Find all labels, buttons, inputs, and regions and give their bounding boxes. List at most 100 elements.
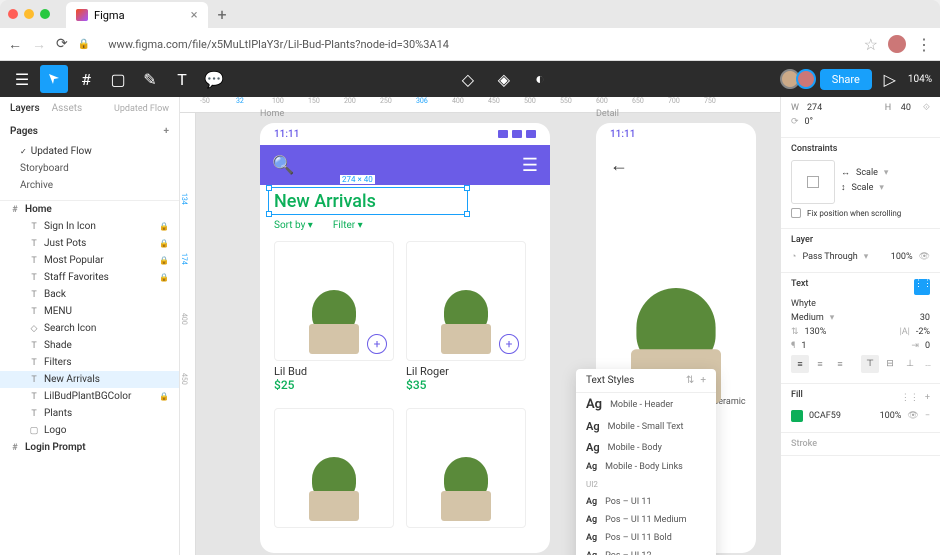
artboard-home[interactable]: 11:11 🔍 ☰ New Arrivals xyxy=(260,123,550,553)
layer-item[interactable]: TShade xyxy=(0,337,179,354)
fill-hex[interactable]: 0CAF59 xyxy=(809,411,841,421)
layer-item[interactable]: TNew Arrivals xyxy=(0,371,179,388)
bookmark-icon[interactable]: ☆ xyxy=(864,35,878,54)
text-tool[interactable]: T xyxy=(168,65,196,93)
frame-label-detail[interactable]: Detail xyxy=(596,109,619,119)
window-maximize[interactable] xyxy=(40,9,50,19)
page-updated-flow[interactable]: Updated Flow xyxy=(0,143,179,160)
layer-opacity[interactable]: 100% xyxy=(891,252,913,262)
align-center-button[interactable]: ≡ xyxy=(811,355,829,373)
page-title-label[interactable]: Updated Flow xyxy=(114,104,169,114)
reload-button[interactable]: ⟳ xyxy=(56,36,68,52)
frame-tool[interactable]: # xyxy=(72,65,100,93)
share-button[interactable]: Share xyxy=(820,69,872,90)
rectangle-tool[interactable]: ▢ xyxy=(104,65,132,93)
layer-item[interactable]: TLilBudPlantBGColor🔒 xyxy=(0,388,179,405)
text-style-item[interactable]: AgPos – UI 11 Medium xyxy=(576,511,716,529)
zoom-level[interactable]: 104% xyxy=(908,74,932,85)
add-fill-button[interactable]: + xyxy=(925,393,930,403)
lock-icon[interactable]: 🔒 xyxy=(159,222,169,231)
remove-fill-button[interactable]: − xyxy=(925,411,930,421)
fill-opacity[interactable]: 100% xyxy=(880,411,902,421)
align-top-button[interactable]: ⊤ xyxy=(861,355,879,373)
frame-label-home[interactable]: Home xyxy=(260,109,284,119)
align-right-button[interactable]: ≡ xyxy=(831,355,849,373)
text-style-item[interactable]: AgMobile - Small Text xyxy=(576,416,716,437)
window-close[interactable] xyxy=(8,9,18,19)
paragraph-spacing[interactable]: 1 xyxy=(801,341,806,351)
profile-avatar[interactable] xyxy=(888,35,906,53)
rotation-value[interactable]: 0° xyxy=(805,117,813,127)
window-minimize[interactable] xyxy=(24,9,34,19)
style-name: Pos – UI 12 xyxy=(605,551,651,555)
paragraph-indent[interactable]: 0 xyxy=(925,341,930,351)
fill-visibility-icon[interactable]: 👁 xyxy=(907,411,918,421)
add-page-button[interactable]: + xyxy=(164,126,170,137)
page-storyboard[interactable]: Storyboard xyxy=(0,160,179,177)
font-family[interactable]: Whyte xyxy=(791,299,816,309)
layer-item[interactable]: TPlants xyxy=(0,405,179,422)
layers-tab[interactable]: Layers xyxy=(10,103,40,114)
layer-item[interactable]: #Login Prompt xyxy=(0,439,179,456)
move-tool[interactable] xyxy=(40,65,68,93)
present-button[interactable]: ▷ xyxy=(876,65,904,93)
browser-tab[interactable]: Figma × xyxy=(66,2,208,28)
align-left-button[interactable]: ≡ xyxy=(791,355,809,373)
assets-tab[interactable]: Assets xyxy=(52,103,83,114)
layer-item[interactable]: TJust Pots🔒 xyxy=(0,235,179,252)
height-value[interactable]: 40 xyxy=(901,103,911,113)
layer-item[interactable]: TFilters xyxy=(0,354,179,371)
layer-item[interactable]: ▢Logo xyxy=(0,422,179,439)
width-value[interactable]: 274 xyxy=(807,103,822,113)
text-style-item[interactable]: AgPos – UI 11 Bold xyxy=(576,529,716,547)
lock-icon[interactable]: 🔒 xyxy=(159,392,169,401)
back-button[interactable]: ← xyxy=(8,36,22,53)
boolean-tool[interactable]: ◐ xyxy=(526,65,554,93)
lock-icon[interactable]: 🔒 xyxy=(159,256,169,265)
user-avatar[interactable] xyxy=(796,69,816,89)
text-more-button[interactable]: … xyxy=(925,359,931,369)
font-size[interactable]: 30 xyxy=(920,313,930,323)
blend-mode[interactable]: Pass Through xyxy=(802,252,857,262)
visibility-icon[interactable]: 👁 xyxy=(919,252,930,262)
constraints-widget[interactable] xyxy=(791,160,835,204)
mask-tool[interactable]: ◈ xyxy=(490,65,518,93)
fill-styles-icon[interactable]: ⋮⋮ xyxy=(901,393,919,403)
layer-item[interactable]: TStaff Favorites🔒 xyxy=(0,269,179,286)
url-field[interactable]: www.figma.com/file/x5MuLtIPlaY3r/Lil-Bud… xyxy=(100,34,853,55)
pen-tool[interactable]: ✎ xyxy=(136,65,164,93)
text-styles-button[interactable]: ⋮⋮ xyxy=(914,279,930,295)
fill-color-swatch[interactable] xyxy=(791,410,803,422)
forward-button[interactable]: → xyxy=(32,36,46,53)
layer-item[interactable]: #Home xyxy=(0,201,179,218)
link-dims-icon[interactable]: ⟐ xyxy=(923,103,930,113)
new-tab-button[interactable]: + xyxy=(218,5,227,24)
layer-item[interactable]: TBack xyxy=(0,286,179,303)
v-constraint[interactable]: Scale xyxy=(852,183,874,193)
layer-item[interactable]: ◇Search Icon xyxy=(0,320,179,337)
tab-close-icon[interactable]: × xyxy=(191,8,198,23)
add-style-button[interactable]: + xyxy=(700,375,706,386)
text-style-item[interactable]: AgMobile - Body Links xyxy=(576,458,716,476)
text-style-item[interactable]: AgPos – UI 11 xyxy=(576,493,716,511)
layer-item[interactable]: TMENU xyxy=(0,303,179,320)
component-tool[interactable]: ◇ xyxy=(454,65,482,93)
layer-item[interactable]: TSign In Icon🔒 xyxy=(0,218,179,235)
layer-item[interactable]: TMost Popular🔒 xyxy=(0,252,179,269)
align-bottom-button[interactable]: ⊥ xyxy=(901,355,919,373)
font-weight[interactable]: Medium xyxy=(791,313,824,323)
line-height[interactable]: 130% xyxy=(805,327,827,337)
comment-tool[interactable]: 💬 xyxy=(200,65,228,93)
text-style-item[interactable]: AgMobile - Header xyxy=(576,393,716,416)
align-middle-button[interactable]: ⊟ xyxy=(881,355,899,373)
sort-icon[interactable]: ⇅ xyxy=(686,375,694,386)
browser-menu-icon[interactable]: ⋮ xyxy=(916,35,932,54)
lock-icon[interactable]: 🔒 xyxy=(159,239,169,248)
fix-position-checkbox[interactable] xyxy=(791,208,801,218)
lock-icon[interactable]: 🔒 xyxy=(159,273,169,282)
h-constraint[interactable]: Scale xyxy=(856,168,878,178)
text-style-item[interactable]: AgMobile - Body xyxy=(576,437,716,458)
letter-spacing[interactable]: -2% xyxy=(916,327,930,337)
page-archive[interactable]: Archive xyxy=(0,177,179,194)
main-menu-button[interactable]: ☰ xyxy=(8,65,36,93)
